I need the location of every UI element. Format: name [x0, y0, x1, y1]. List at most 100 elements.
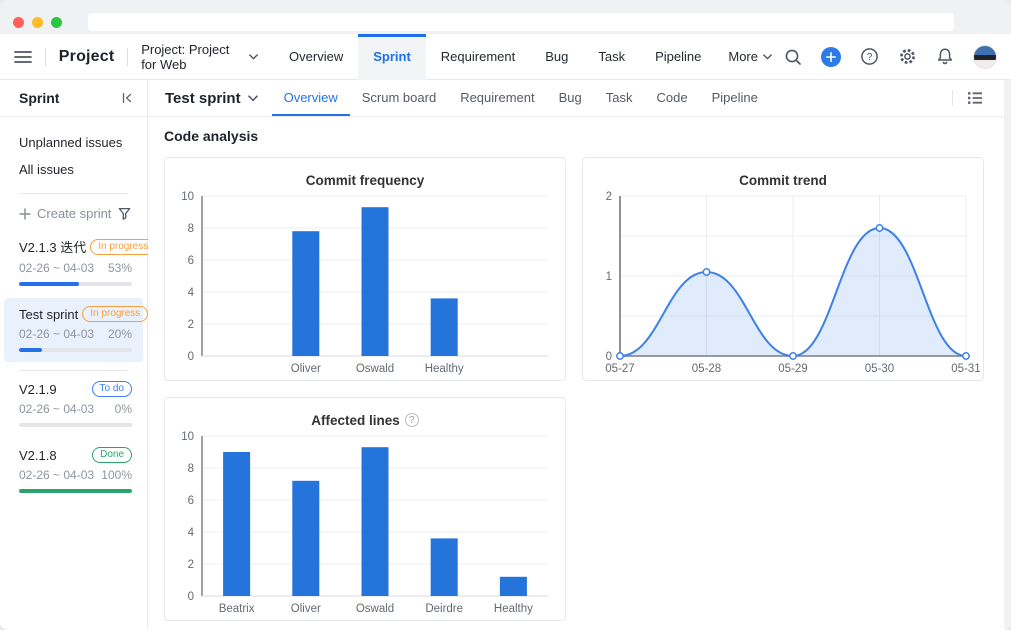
svg-text:2: 2 [188, 559, 194, 571]
nav-tab-pipeline[interactable]: Pipeline [640, 34, 716, 80]
sprint-card-v213[interactable]: V2.1.3 迭代 In progress 02-26 ~ 04-03 53% [4, 229, 157, 296]
sprint-title: Test sprint [165, 89, 241, 107]
nav-tab-sprint[interactable]: Sprint [358, 33, 426, 80]
project-selector[interactable]: Project: Project for Web [141, 42, 258, 72]
svg-text:05-31: 05-31 [951, 363, 980, 375]
main-panel: Test sprint Overview Scrum board Require… [148, 80, 1011, 629]
create-new-button[interactable] [821, 46, 841, 67]
progress-track [19, 489, 132, 493]
affected-lines-chart: 0 2 4 6 8 10 Beatrix Oliver Oswald Deirdre Healthy [181, 431, 548, 615]
progress-fill [19, 489, 132, 493]
close-window-icon[interactable] [13, 17, 24, 28]
svg-text:05-30: 05-30 [865, 363, 894, 375]
nav-more-label: More [728, 49, 758, 64]
svg-text:05-28: 05-28 [692, 363, 721, 375]
chevron-down-icon [249, 53, 258, 60]
help-icon[interactable]: ? [860, 47, 879, 66]
commit-trend-card: Commit trend 0 1 2 05-27 05-28 05-29 05-30 05-3… [582, 157, 984, 381]
sprint-sub-tabs: Overview Scrum board Requirement Bug Tas… [271, 80, 770, 116]
overview-content: Code analysis Commit frequency 0 2 4 6 8 10 Ol… [148, 117, 1011, 621]
search-icon[interactable] [784, 48, 802, 66]
sprint-title-selector[interactable]: Test sprint [165, 80, 258, 116]
tab-bug[interactable]: Bug [547, 80, 594, 116]
svg-text:10: 10 [181, 191, 194, 203]
divider [45, 47, 46, 66]
sprint-dates: 02-26 ~ 04-03 [19, 468, 95, 482]
svg-text:6: 6 [188, 495, 194, 507]
svg-text:6: 6 [188, 255, 194, 267]
svg-text:Healthy: Healthy [494, 603, 533, 615]
top-nav: Project Project: Project for Web Overvie… [0, 33, 1011, 80]
tab-scrum-board[interactable]: Scrum board [350, 80, 448, 116]
nav-tab-bug[interactable]: Bug [530, 34, 583, 80]
tab-task[interactable]: Task [594, 80, 645, 116]
tab-pipeline[interactable]: Pipeline [700, 80, 770, 116]
progress-track [19, 282, 132, 286]
chevron-down-icon [247, 94, 258, 102]
nav-tab-overview[interactable]: Overview [274, 34, 358, 80]
chart-title: Affected lines [311, 412, 400, 428]
status-badge: In progress [90, 238, 157, 255]
collapse-sidebar-icon[interactable] [120, 91, 134, 105]
minimize-window-icon[interactable] [32, 17, 43, 28]
notifications-bell-icon[interactable] [936, 47, 954, 66]
commit-frequency-chart: 0 2 4 6 8 10 Oliver Oswald Healthy [181, 191, 548, 375]
svg-text:Beatrix: Beatrix [219, 603, 255, 615]
svg-text:05-29: 05-29 [778, 363, 807, 375]
svg-text:Healthy: Healthy [425, 363, 464, 375]
scrollbar[interactable] [1004, 80, 1011, 629]
status-badge: Done [92, 447, 132, 463]
nav-tab-task[interactable]: Task [583, 34, 640, 80]
detail-list-icon[interactable] [967, 91, 983, 105]
browser-chrome [0, 0, 1011, 34]
tab-overview[interactable]: Overview [271, 80, 350, 116]
chevron-down-icon [763, 53, 772, 60]
sprint-name: Test sprint [19, 306, 79, 322]
settings-gear-icon[interactable] [898, 47, 917, 66]
sidebar-title: Sprint [19, 90, 60, 106]
help-icon[interactable]: ? [404, 413, 419, 427]
svg-text:05-27: 05-27 [605, 363, 634, 375]
chart-title: Commit trend [739, 172, 827, 188]
create-sprint-button[interactable]: Create sprint [19, 206, 111, 221]
maximize-window-icon[interactable] [51, 17, 62, 28]
sprint-name: V2.1.9 [19, 381, 57, 397]
svg-text:2: 2 [188, 319, 194, 331]
svg-text:0: 0 [606, 351, 612, 363]
sprint-dates: 02-26 ~ 04-03 [19, 261, 95, 275]
affected-lines-card: Affected lines ? 0 2 4 6 8 10 Beatrix Oliver Osw… [164, 397, 566, 621]
sprint-header: Test sprint Overview Scrum board Require… [148, 80, 1011, 117]
sidebar-item-unplanned-issues[interactable]: Unplanned issues [0, 129, 147, 156]
tab-code[interactable]: Code [645, 80, 700, 116]
sprint-name: V2.1.3 迭代 [19, 240, 87, 255]
address-bar[interactable] [88, 13, 954, 31]
progress-track [19, 423, 132, 427]
svg-text:2: 2 [606, 191, 612, 203]
progress-fill [19, 282, 79, 286]
sprint-card-v219[interactable]: V2.1.9 To do 02-26 ~ 04-03 0% [4, 373, 143, 437]
tab-requirement[interactable]: Requirement [448, 80, 546, 116]
sprint-name: V2.1.8 [19, 447, 57, 463]
sprint-percent: 20% [107, 327, 132, 341]
svg-text:8: 8 [188, 223, 194, 235]
nav-more-menu[interactable]: More [716, 34, 784, 80]
sprint-card-v218[interactable]: V2.1.8 Done 02-26 ~ 04-03 100% [4, 439, 143, 503]
status-badge: In progress [82, 306, 149, 322]
status-badge: To do [91, 381, 132, 397]
hamburger-menu-icon[interactable] [14, 50, 32, 64]
traffic-lights [13, 17, 62, 28]
svg-text:1: 1 [606, 271, 612, 283]
sidebar-item-all-issues[interactable]: All issues [0, 156, 147, 183]
user-avatar[interactable] [973, 44, 997, 69]
svg-text:Oswald: Oswald [356, 603, 394, 615]
filter-funnel-icon[interactable] [117, 206, 132, 221]
app-window: Project Project: Project for Web Overvie… [0, 0, 1011, 630]
svg-text:10: 10 [181, 431, 194, 443]
chart-title: Commit frequency [305, 172, 425, 188]
sprint-card-test-sprint[interactable]: Test sprint In progress 02-26 ~ 04-03 20… [4, 298, 149, 362]
svg-text:4: 4 [188, 527, 195, 539]
svg-text:0: 0 [188, 351, 194, 363]
sprint-percent: 100% [101, 468, 132, 482]
nav-tab-requirement[interactable]: Requirement [426, 34, 530, 80]
progress-fill [19, 348, 42, 352]
